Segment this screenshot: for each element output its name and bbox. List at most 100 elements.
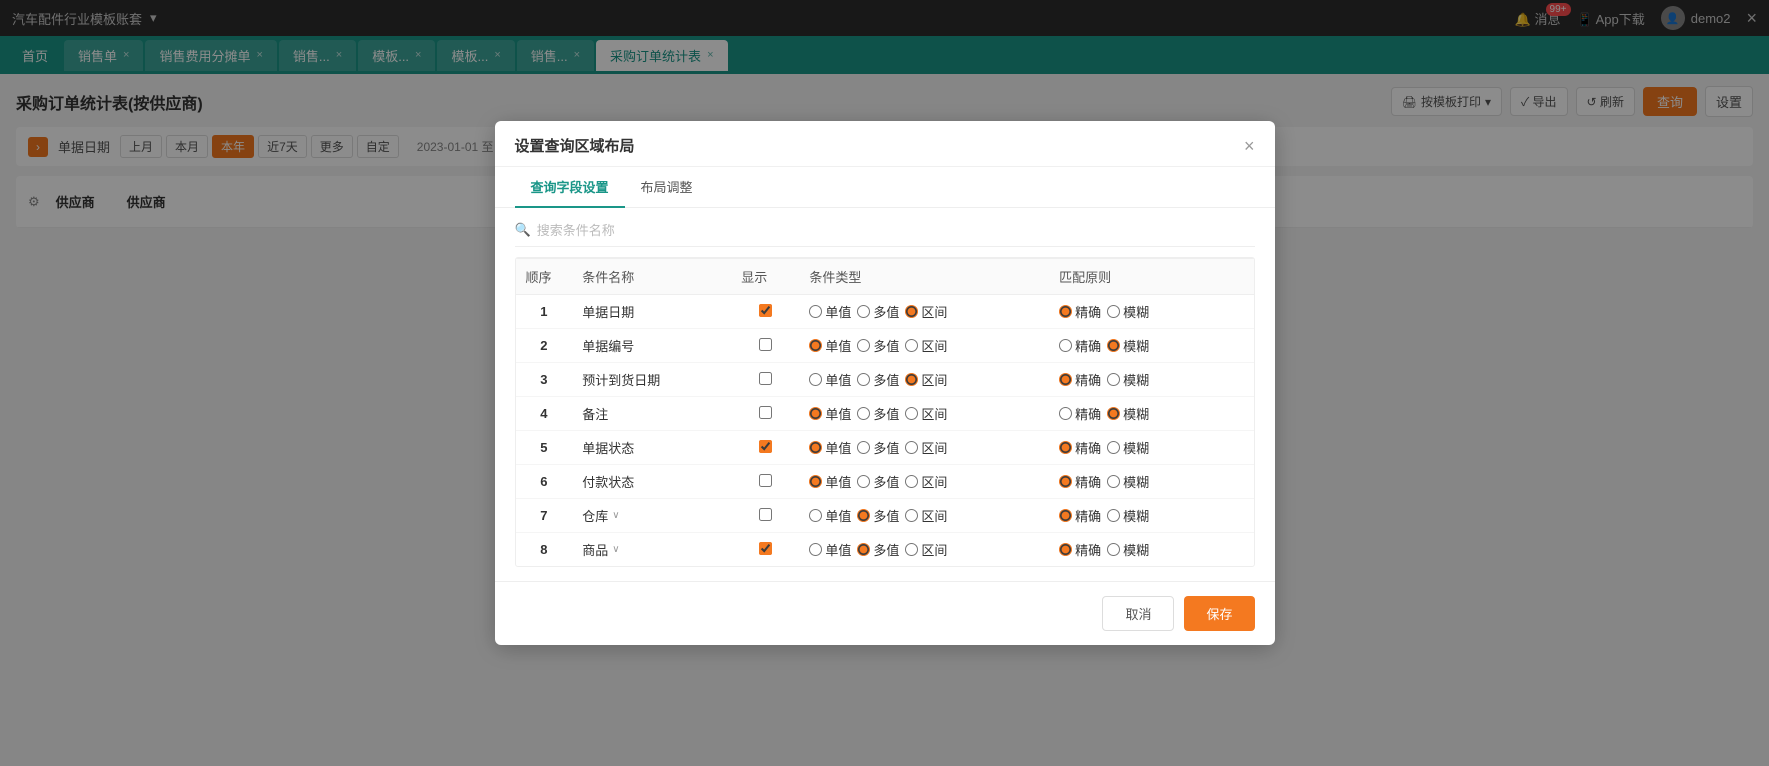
type-radio-单值[interactable] (809, 441, 822, 454)
type-radio-多值[interactable] (857, 509, 870, 522)
type-option-单值[interactable]: 单值 (809, 472, 851, 491)
rule-radio-精确[interactable] (1059, 509, 1072, 522)
type-option-多值[interactable]: 多值 (857, 336, 899, 355)
rule-radio-模糊[interactable] (1107, 475, 1120, 488)
type-option-区间[interactable]: 区间 (905, 438, 947, 457)
display-checkbox[interactable] (759, 440, 772, 453)
rule-radio-精确[interactable] (1059, 373, 1072, 386)
rule-radio-精确[interactable] (1059, 441, 1072, 454)
rule-option-精确[interactable]: 精确 (1059, 506, 1101, 525)
rule-option-精确[interactable]: 精确 (1059, 472, 1101, 491)
type-option-区间[interactable]: 区间 (905, 540, 947, 559)
rule-radio-模糊[interactable] (1107, 543, 1120, 556)
type-radio-多值[interactable] (857, 305, 870, 318)
type-radio-区间[interactable] (905, 373, 918, 386)
type-option-多值[interactable]: 多值 (857, 472, 899, 491)
type-radio-区间[interactable] (905, 441, 918, 454)
type-radio-多值[interactable] (857, 373, 870, 386)
type-option-单值[interactable]: 单值 (809, 404, 851, 423)
type-radio-单值[interactable] (809, 339, 822, 352)
rule-option-模糊[interactable]: 模糊 (1107, 302, 1149, 321)
type-option-多值[interactable]: 多值 (857, 404, 899, 423)
type-radio-单值[interactable] (809, 475, 822, 488)
type-option-多值[interactable]: 多值 (857, 540, 899, 559)
rule-option-模糊[interactable]: 模糊 (1107, 506, 1149, 525)
type-radio-区间[interactable] (905, 305, 918, 318)
display-checkbox-label[interactable] (759, 339, 772, 354)
type-option-区间[interactable]: 区间 (905, 404, 947, 423)
rule-radio-模糊[interactable] (1107, 339, 1120, 352)
display-checkbox[interactable] (759, 508, 772, 521)
type-option-多值[interactable]: 多值 (857, 438, 899, 457)
type-option-单值[interactable]: 单值 (809, 506, 851, 525)
type-option-单值[interactable]: 单值 (809, 540, 851, 559)
type-radio-单值[interactable] (809, 509, 822, 522)
type-option-多值[interactable]: 多值 (857, 506, 899, 525)
rule-option-精确[interactable]: 精确 (1059, 302, 1101, 321)
type-radio-单值[interactable] (809, 407, 822, 420)
cancel-btn[interactable]: 取消 (1102, 596, 1174, 631)
rule-radio-模糊[interactable] (1107, 305, 1120, 318)
display-checkbox-label[interactable] (759, 407, 772, 422)
type-option-区间[interactable]: 区间 (905, 336, 947, 355)
type-radio-单值[interactable] (809, 305, 822, 318)
rule-option-精确[interactable]: 精确 (1059, 540, 1101, 559)
type-option-单值[interactable]: 单值 (809, 336, 851, 355)
display-checkbox-label[interactable] (759, 543, 772, 558)
display-checkbox[interactable] (759, 406, 772, 419)
modal-tab-layout[interactable]: 布局调整 (625, 167, 709, 208)
display-checkbox-label[interactable] (759, 509, 772, 524)
type-option-区间[interactable]: 区间 (905, 506, 947, 525)
type-radio-区间[interactable] (905, 339, 918, 352)
modal-tab-query-fields[interactable]: 查询字段设置 (515, 167, 625, 208)
type-radio-多值[interactable] (857, 407, 870, 420)
rule-radio-精确[interactable] (1059, 305, 1072, 318)
type-radio-区间[interactable] (905, 475, 918, 488)
type-radio-单值[interactable] (809, 373, 822, 386)
display-checkbox-label[interactable] (759, 475, 772, 490)
rule-option-精确[interactable]: 精确 (1059, 438, 1101, 457)
save-btn[interactable]: 保存 (1184, 596, 1254, 631)
rule-option-精确[interactable]: 精确 (1059, 404, 1101, 423)
rule-radio-精确[interactable] (1059, 475, 1072, 488)
type-radio-区间[interactable] (905, 509, 918, 522)
display-checkbox[interactable] (759, 338, 772, 351)
rule-option-模糊[interactable]: 模糊 (1107, 336, 1149, 355)
rule-option-精确[interactable]: 精确 (1059, 370, 1101, 389)
type-radio-区间[interactable] (905, 543, 918, 556)
type-option-多值[interactable]: 多值 (857, 302, 899, 321)
type-radio-多值[interactable] (857, 475, 870, 488)
type-option-单值[interactable]: 单值 (809, 302, 851, 321)
display-checkbox[interactable] (759, 542, 772, 555)
rule-radio-精确[interactable] (1059, 339, 1072, 352)
condition-search-input[interactable] (537, 223, 737, 238)
type-option-区间[interactable]: 区间 (905, 302, 947, 321)
rule-option-模糊[interactable]: 模糊 (1107, 540, 1149, 559)
display-checkbox[interactable] (759, 474, 772, 487)
rule-radio-模糊[interactable] (1107, 441, 1120, 454)
type-option-多值[interactable]: 多值 (857, 370, 899, 389)
type-radio-多值[interactable] (857, 441, 870, 454)
type-option-单值[interactable]: 单值 (809, 438, 851, 457)
type-option-单值[interactable]: 单值 (809, 370, 851, 389)
display-checkbox-label[interactable] (759, 373, 772, 388)
rule-option-模糊[interactable]: 模糊 (1107, 438, 1149, 457)
display-checkbox-label[interactable] (759, 305, 772, 320)
type-radio-区间[interactable] (905, 407, 918, 420)
type-option-区间[interactable]: 区间 (905, 370, 947, 389)
rule-radio-精确[interactable] (1059, 407, 1072, 420)
rule-option-模糊[interactable]: 模糊 (1107, 472, 1149, 491)
display-checkbox[interactable] (759, 304, 772, 317)
type-radio-多值[interactable] (857, 339, 870, 352)
rule-radio-精确[interactable] (1059, 543, 1072, 556)
rule-option-模糊[interactable]: 模糊 (1107, 404, 1149, 423)
display-checkbox[interactable] (759, 372, 772, 385)
rule-option-精确[interactable]: 精确 (1059, 336, 1101, 355)
rule-option-模糊[interactable]: 模糊 (1107, 370, 1149, 389)
type-option-区间[interactable]: 区间 (905, 472, 947, 491)
type-radio-单值[interactable] (809, 543, 822, 556)
display-checkbox-label[interactable] (759, 441, 772, 456)
modal-close-btn[interactable]: × (1244, 137, 1255, 155)
rule-radio-模糊[interactable] (1107, 407, 1120, 420)
rule-radio-模糊[interactable] (1107, 373, 1120, 386)
